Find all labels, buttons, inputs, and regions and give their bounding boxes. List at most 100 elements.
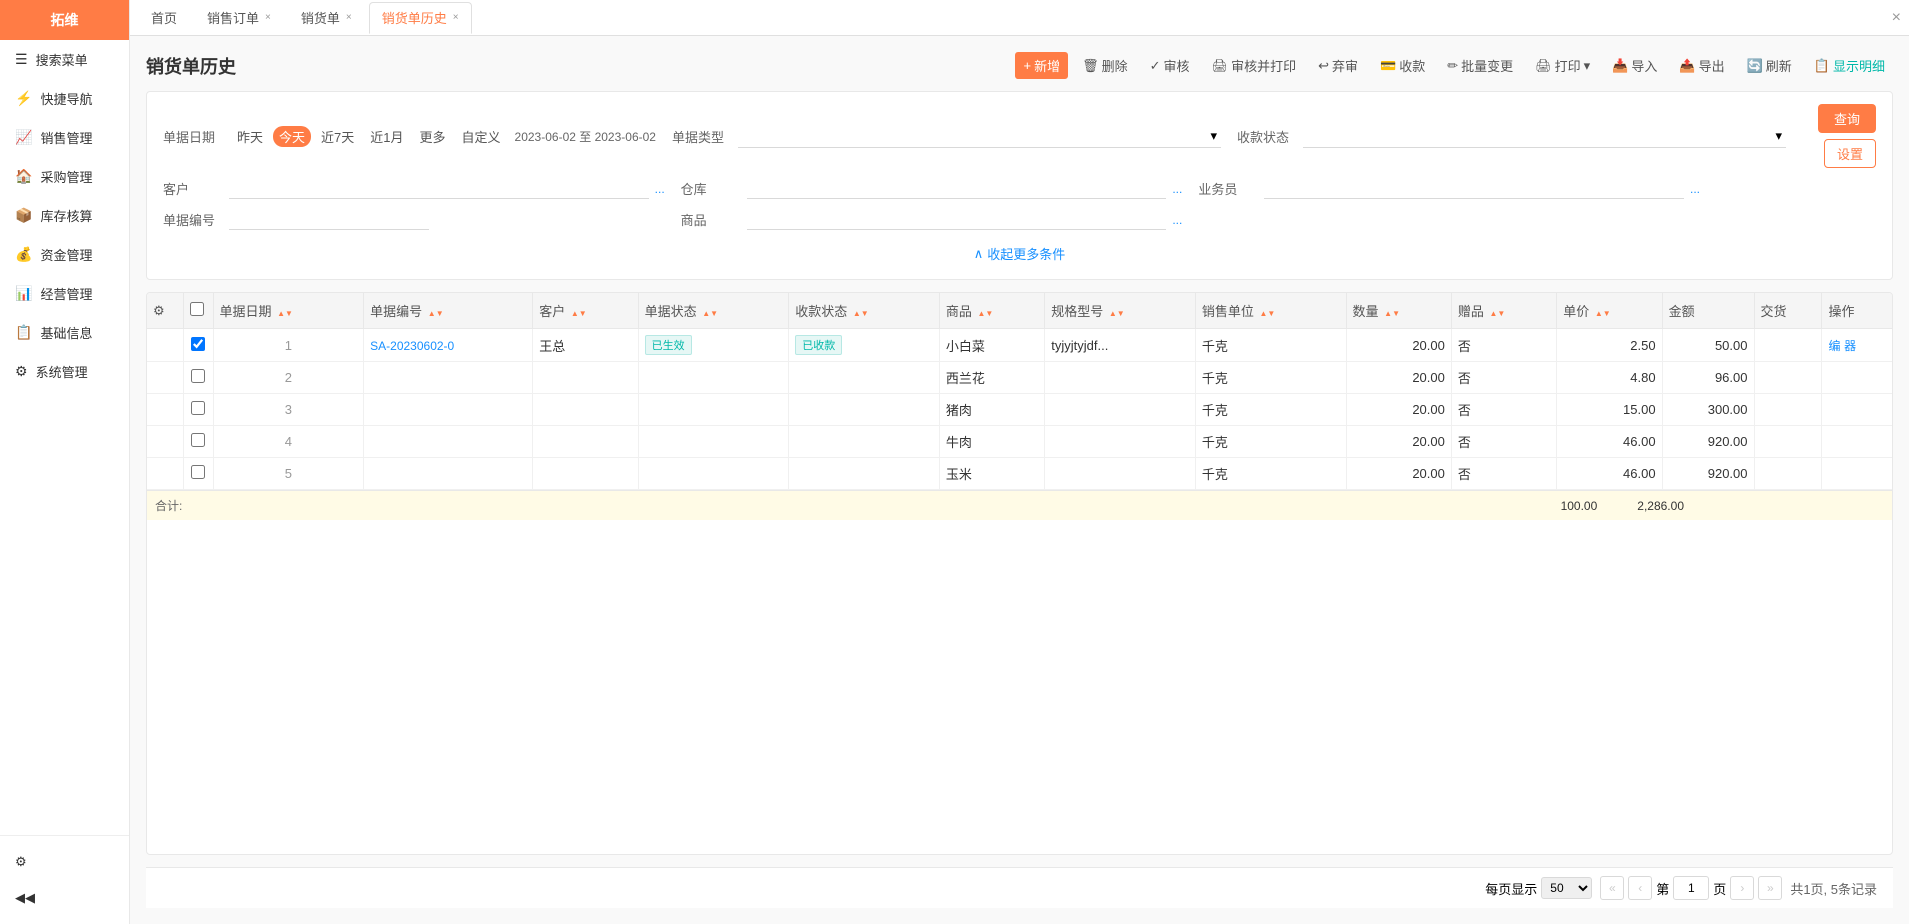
customer-input[interactable] [229,178,649,199]
col-settings[interactable]: ⚙ [147,293,183,329]
show-detail-button[interactable]: 📋 显示明细 [1806,52,1893,79]
row-unit-price: 15.00 [1557,394,1662,426]
tab-sales-goods-close[interactable]: × [346,12,352,23]
sort-doc-no-icon[interactable]: ▲▼ [428,310,444,318]
sidebar-item-base-info[interactable]: 📋 基础信息 [0,313,129,352]
sidebar-item-purchase-mgmt[interactable]: 🏠 采购管理 [0,157,129,196]
tab-sales-order[interactable]: 销售订单 × [194,2,284,34]
doc-no-link[interactable]: SA-20230602-0 [370,339,454,353]
refresh-button[interactable]: 🔄 刷新 [1739,52,1800,79]
delete-button[interactable]: 🗑 删除 [1074,52,1136,79]
page-number-input[interactable] [1673,876,1709,900]
collapse-button[interactable]: ∧ 收起更多条件 [163,240,1876,267]
row-unit: 千克 [1195,394,1346,426]
collect-status-select[interactable]: ▾ [1303,125,1786,148]
date-shortcut-yesterday[interactable]: 昨天 [231,126,269,147]
row-doc-date: 1 [213,329,364,362]
page-next-button[interactable]: › [1730,876,1754,900]
date-shortcut-today[interactable]: 今天 [273,126,311,147]
sidebar-item-search-menu[interactable]: ☰ 搜索菜单 [0,40,129,79]
sidebar-item-inventory[interactable]: 📦 库存核算 [0,196,129,235]
goods-input[interactable] [747,209,1167,230]
sort-doc-date-icon[interactable]: ▲▼ [277,310,293,318]
sort-gift-icon[interactable]: ▲▼ [1490,310,1506,318]
sidebar-item-sys-mgmt[interactable]: ⚙ 系统管理 [0,352,129,391]
tab-sales-history[interactable]: 销货单历史 × [369,2,472,34]
setting-button[interactable]: 设置 [1824,139,1876,168]
more-link[interactable]: 器 [1844,339,1856,353]
select-all-checkbox[interactable] [190,302,204,316]
import-button[interactable]: 📥 导入 [1604,52,1665,79]
query-button[interactable]: 查询 [1818,104,1876,133]
warehouse-input[interactable] [747,178,1167,199]
export-button[interactable]: 📤 导出 [1671,52,1732,79]
sort-goods-icon[interactable]: ▲▼ [978,310,994,318]
date-shortcut-7days[interactable]: 近7天 [315,126,360,147]
doc-type-select[interactable]: ▾ [738,125,1221,148]
batch-change-button[interactable]: ✏ 批量变更 [1439,52,1521,79]
page-size-dropdown[interactable]: 50 100 200 [1541,877,1592,899]
page-first-button[interactable]: « [1600,876,1624,900]
row-doc-no[interactable] [364,426,533,458]
tab-sales-goods[interactable]: 销货单 × [288,2,365,34]
date-shortcut-1month[interactable]: 近1月 [364,126,409,147]
collect-button[interactable]: 💳 收款 [1372,52,1433,79]
new-button[interactable]: + 新增 [1015,52,1068,79]
table-header-row: ⚙ 单据日期 ▲▼ 单据编号 ▲▼ [147,293,1892,329]
row-unit-price: 46.00 [1557,426,1662,458]
warehouse-more-icon[interactable]: ... [1172,182,1182,196]
row-doc-no[interactable] [364,394,533,426]
abandon-button[interactable]: ↩ 弃审 [1310,52,1366,79]
salesperson-input[interactable] [1264,178,1684,199]
goods-more-icon[interactable]: ... [1172,213,1182,227]
sidebar-logo: 拓维 [0,0,129,40]
row-select-checkbox[interactable] [191,465,205,479]
date-shortcut-custom[interactable]: 自定义 [456,126,507,147]
doc-type-dropdown-icon: ▾ [1210,128,1217,144]
sort-collect-status-icon[interactable]: ▲▼ [853,310,869,318]
audit-button[interactable]: ✓ 审核 [1142,52,1198,79]
row-doc-no[interactable] [364,362,533,394]
tab-sales-history-close[interactable]: × [453,12,459,23]
page-last-button[interactable]: » [1758,876,1782,900]
page-prev-button[interactable]: ‹ [1628,876,1652,900]
date-shortcut-more[interactable]: 更多 [414,126,452,147]
sidebar-item-ops-mgmt[interactable]: 📊 经营管理 [0,274,129,313]
sort-spec-icon[interactable]: ▲▼ [1109,310,1125,318]
col-transaction: 交货 [1754,293,1822,329]
sidebar-item-finance-mgmt[interactable]: 💰 资金管理 [0,235,129,274]
row-qty: 20.00 [1346,362,1451,394]
sort-customer-icon[interactable]: ▲▼ [571,310,587,318]
import-icon: 📥 [1612,58,1628,74]
sidebar-bottom-item-2[interactable]: ◀◀ [0,880,129,916]
row-select-checkbox[interactable] [191,401,205,415]
sort-doc-status-icon[interactable]: ▲▼ [702,310,718,318]
doc-no-input[interactable] [229,209,429,230]
col-unit: 销售单位 ▲▼ [1195,293,1346,329]
row-settings [147,394,183,426]
sort-qty-icon[interactable]: ▲▼ [1384,310,1400,318]
row-doc-no[interactable] [364,458,533,490]
row-select-checkbox[interactable] [191,337,205,351]
print-button[interactable]: 🖨 打印 ▾ [1527,52,1598,79]
sort-unit-price-icon[interactable]: ▲▼ [1595,310,1611,318]
table-settings-icon[interactable]: ⚙ [153,303,165,318]
tab-home[interactable]: 首页 [138,2,190,34]
salesperson-more-icon[interactable]: ... [1690,182,1700,196]
collect-icon: 💳 [1380,58,1396,74]
customer-more-icon[interactable]: ... [655,182,665,196]
sidebar-bottom-item-1[interactable]: ⚙ [0,844,129,880]
edit-link[interactable]: 编 [1828,339,1840,353]
row-doc-no[interactable]: SA-20230602-0 [364,329,533,362]
row-amount: 50.00 [1662,329,1754,362]
audit-print-button[interactable]: 🖨 审核并打印 [1204,52,1305,79]
sort-unit-icon[interactable]: ▲▼ [1260,310,1276,318]
row-select-checkbox[interactable] [191,433,205,447]
sidebar-item-label: 搜索菜单 [36,50,88,69]
sidebar-item-sales-mgmt[interactable]: 📈 销售管理 [0,118,129,157]
tab-sales-order-close[interactable]: × [265,12,271,23]
tab-bar-close-all[interactable]: × [1892,9,1901,27]
sidebar-item-quick-nav[interactable]: ⚡ 快捷导航 [0,79,129,118]
delete-icon: 🗑 [1082,58,1099,74]
row-select-checkbox[interactable] [191,369,205,383]
